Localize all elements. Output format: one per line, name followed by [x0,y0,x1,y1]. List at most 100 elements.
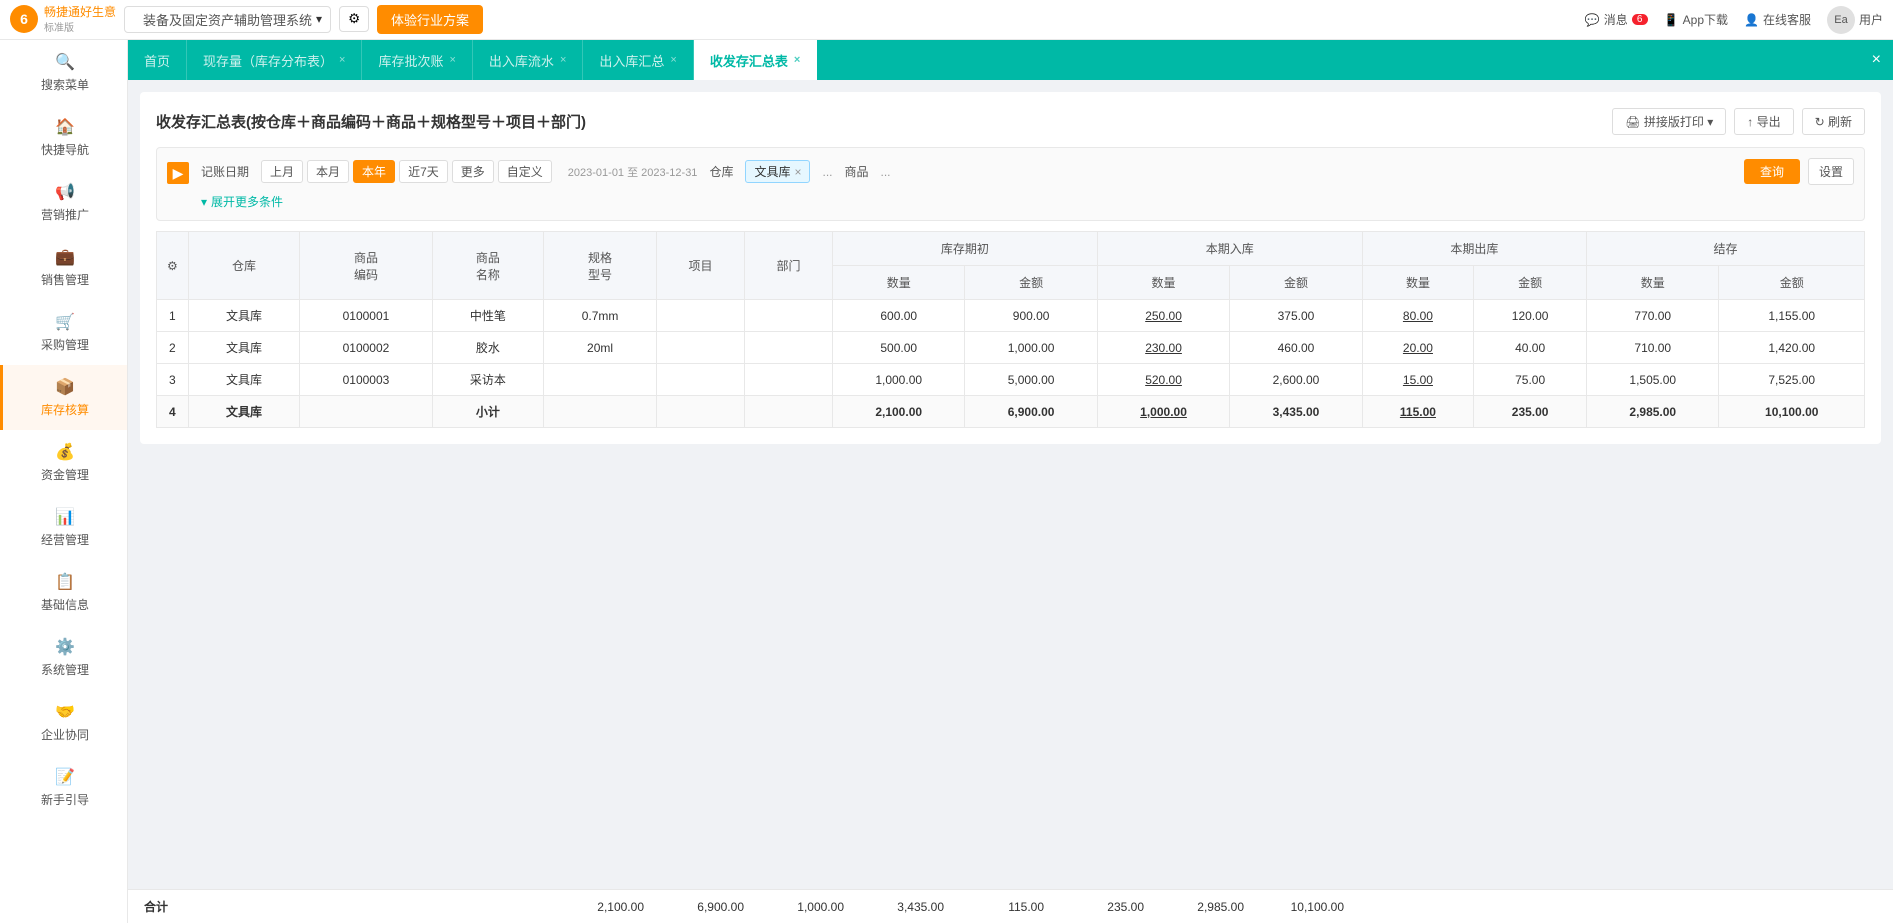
logo-icon: 6 [10,5,38,33]
tab-home[interactable]: 首页 [128,40,187,80]
trial-button[interactable]: 体验行业方案 [377,5,483,34]
settings-button[interactable]: 设置 [1808,158,1854,185]
sidebar-item-system[interactable]: ⚙️ 系统管理 [0,625,127,690]
total-in-amt: 3,435.00 [864,900,944,914]
th-goods-spec: 规格型号 [544,232,657,300]
cell-open-qty: 1,000.00 [832,364,964,396]
cell-in-qty[interactable]: 1,000.00 [1097,396,1229,428]
sidebar-item-purchase[interactable]: 🛒 采购管理 [0,300,127,365]
th-settings[interactable]: ⚙ [157,232,189,300]
purchase-icon: 🛒 [55,312,75,332]
cell-open-qty: 500.00 [832,332,964,364]
cell-spec: 20ml [544,332,657,364]
warehouse-tag-close[interactable]: × [794,165,801,179]
sidebar-item-marketing[interactable]: 📢 营销推广 [0,170,127,235]
sidebar-item-inventory[interactable]: 📦 库存核算 [0,365,127,430]
print-button[interactable]: 🖨 拼接版打印 ▾ [1612,108,1726,135]
user-action[interactable]: Ea 用户 [1827,6,1883,34]
cell-project [656,300,744,332]
sidebar-label-newbie: 新手引导 [41,791,89,808]
th-group-in: 本期入库 [1097,232,1362,266]
tab-inout-flow-close[interactable]: × [560,54,566,66]
date-btn-last-month[interactable]: 上月 [261,160,303,183]
app-download-action[interactable]: 📱 App下载 [1664,11,1728,28]
gear-button[interactable]: ⚙ [339,6,369,32]
tab-recv-send-summary[interactable]: 收发存汇总表 × [694,40,817,80]
enterprise-icon: 🤝 [55,702,75,722]
user-label: 用户 [1859,11,1883,28]
sidebar-item-sales[interactable]: 💼 销售管理 [0,235,127,300]
sidebar-item-quick-nav[interactable]: 🏠 快捷导航 [0,105,127,170]
sidebar-item-finance[interactable]: 💰 资金管理 [0,430,127,495]
tab-batch-ledger-close[interactable]: × [449,54,455,66]
cell-code [300,396,432,428]
tab-inout-flow[interactable]: 出入库流水 × [473,40,583,80]
query-button[interactable]: 查询 [1744,159,1800,184]
system-selector[interactable]: 装备及固定资产辅助管理系统 ▾ [124,6,331,33]
tab-batch-ledger[interactable]: 库存批次账 × [362,40,472,80]
message-badge: 6 [1632,14,1648,25]
expand-conditions-button[interactable]: ▾ 展开更多条件 [201,193,1854,210]
inventory-icon: 📦 [55,377,75,397]
filter-toggle-button[interactable]: ▶ [167,162,189,184]
tab-bar-close-all[interactable]: × [1860,51,1893,69]
date-btn-more[interactable]: 更多 [452,160,494,183]
filter-body: 记账日期 上月 本月 本年 近7天 更多 自定义 2023-01-01 至 20… [201,158,1854,210]
refresh-button[interactable]: ↻ 刷新 [1802,108,1865,135]
warehouse-more-placeholder[interactable]: ... [822,165,832,179]
chevron-down-icon: ▾ [316,12,322,26]
th-goods-name: 商品名称 [432,232,543,300]
date-btn-this-year[interactable]: 本年 [353,160,395,183]
cell-open-amt: 6,900.00 [965,396,1097,428]
goods-more-placeholder[interactable]: ... [881,165,891,179]
date-btn-custom[interactable]: 自定义 [498,160,552,183]
tab-recv-send-summary-close[interactable]: × [794,54,800,66]
total-out-qty: 115.00 [964,900,1044,914]
cell-open-amt: 900.00 [965,300,1097,332]
tab-inventory-dist[interactable]: 现存量（库存分布表） × [187,40,362,80]
cell-out-qty[interactable]: 115.00 [1362,396,1474,428]
avatar: Ea [1827,6,1855,34]
tab-recv-send-summary-label: 收发存汇总表 [710,51,788,70]
export-icon: ↑ [1747,115,1753,129]
cell-out-qty[interactable]: 20.00 [1362,332,1474,364]
online-service-action[interactable]: 👤 在线客服 [1744,11,1811,28]
sidebar-item-operation[interactable]: 📊 经营管理 [0,495,127,560]
total-bal-amt: 10,100.00 [1264,900,1344,914]
logo-area: 6 畅捷通好生意 标准版 [10,5,116,34]
cell-out-amt: 40.00 [1474,332,1587,364]
export-button[interactable]: ↑ 导出 [1734,108,1793,135]
cell-out-qty[interactable]: 15.00 [1362,364,1474,396]
tab-batch-ledger-label: 库存批次账 [378,51,443,70]
th-out-amt: 金额 [1474,266,1587,300]
tab-inout-summary-close[interactable]: × [670,54,676,66]
sidebar-item-search-menu[interactable]: 🔍 搜索菜单 [0,40,127,105]
date-btn-this-month[interactable]: 本月 [307,160,349,183]
table-container: ⚙ 仓库 商品编码 商品名称 规格型号 项目 部门 库存期初 本期入库 本期出库 [156,231,1865,428]
basic-icon: 📋 [55,572,75,592]
cell-in-qty[interactable]: 520.00 [1097,364,1229,396]
tab-home-label: 首页 [144,51,170,70]
cell-in-qty[interactable]: 250.00 [1097,300,1229,332]
message-action[interactable]: 💬 消息 6 [1585,11,1648,28]
total-label: 合计 [144,898,224,915]
sidebar-item-enterprise[interactable]: 🤝 企业协同 [0,690,127,755]
tab-inventory-dist-close[interactable]: × [339,54,345,66]
service-icon: 👤 [1744,13,1759,27]
logo-title: 畅捷通好生意 [44,5,116,19]
cell-in-amt: 2,600.00 [1230,364,1362,396]
cell-out-qty[interactable]: 80.00 [1362,300,1474,332]
cell-in-qty[interactable]: 230.00 [1097,332,1229,364]
cell-spec: 0.7mm [544,300,657,332]
operation-icon: 📊 [55,507,75,527]
sidebar-item-newbie[interactable]: 📝 新手引导 [0,755,127,820]
tab-inout-summary[interactable]: 出入库汇总 × [583,40,693,80]
sales-icon: 💼 [55,247,75,267]
bottom-total-bar: 合计2,100.006,900.001,000.003,435.00115.00… [128,889,1893,923]
sidebar-label-purchase: 采购管理 [41,336,89,353]
th-group-opening: 库存期初 [832,232,1097,266]
th-bal-qty: 数量 [1587,266,1719,300]
sidebar-item-basic[interactable]: 📋 基础信息 [0,560,127,625]
date-btn-7days[interactable]: 近7天 [399,160,448,183]
cell-name: 胶水 [432,332,543,364]
